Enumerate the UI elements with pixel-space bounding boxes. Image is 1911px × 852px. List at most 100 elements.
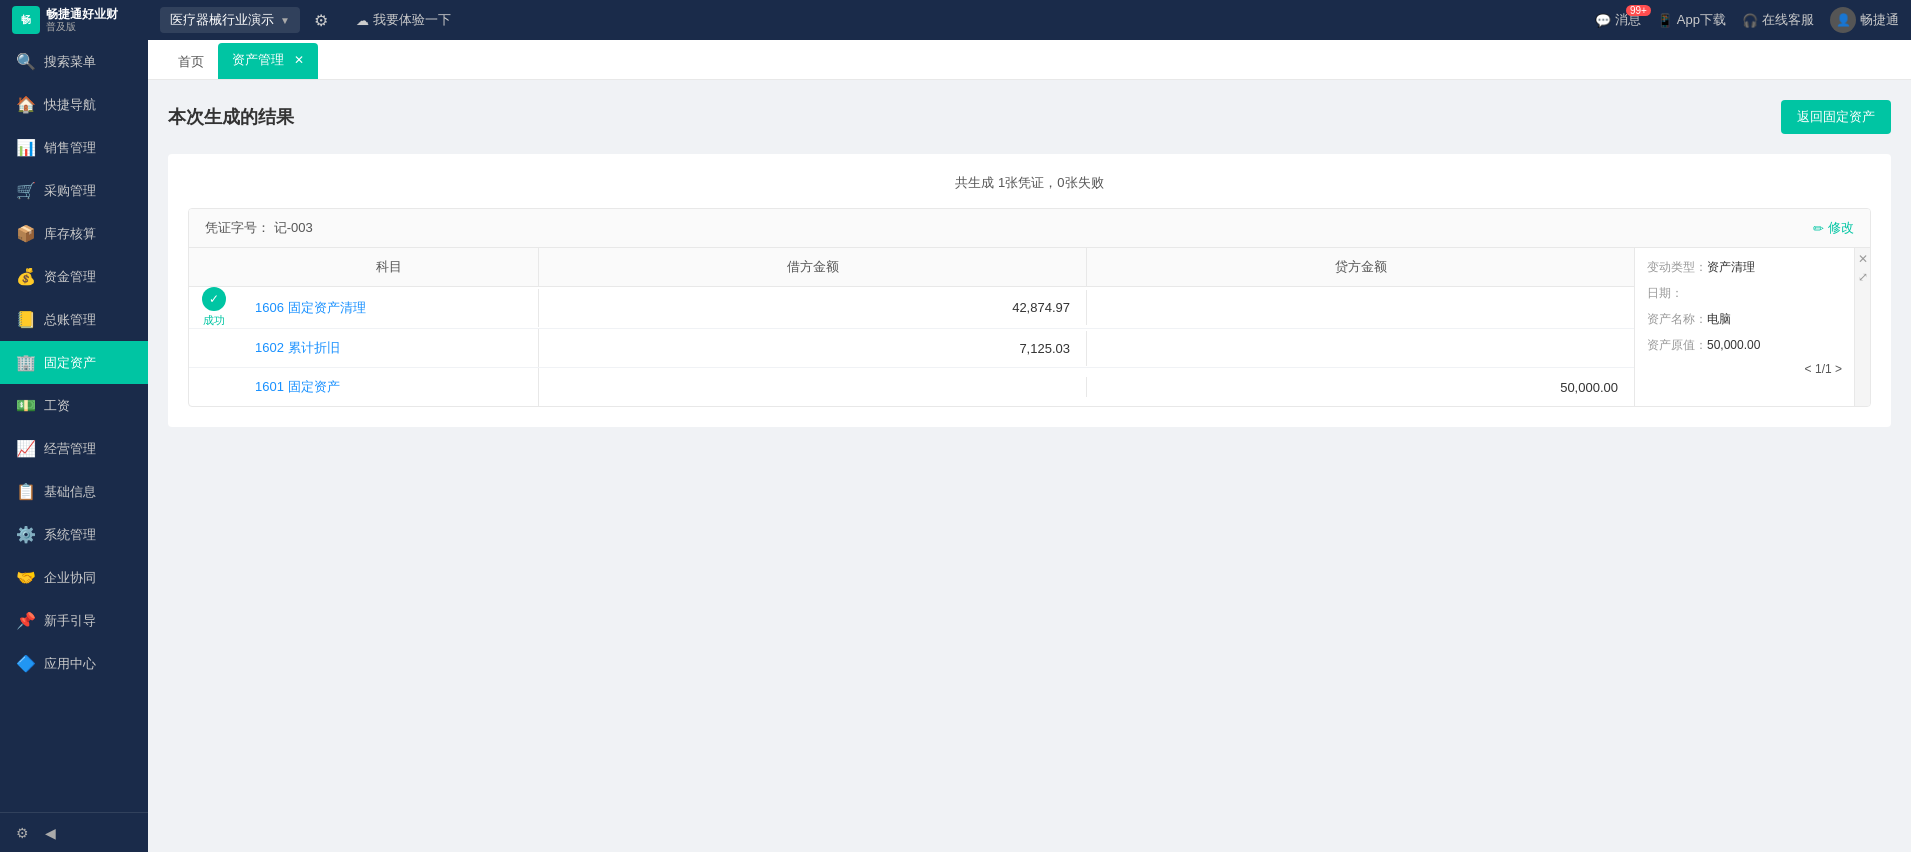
sidebar-item-operations-label: 经营管理 (44, 440, 96, 458)
row-2-debit: 7,125.03 (539, 331, 1087, 366)
sidebar-item-purchase[interactable]: 🛒 采购管理 (0, 169, 148, 212)
cooperation-icon: 🤝 (16, 568, 36, 587)
date-label: 日期： (1647, 284, 1707, 302)
sidebar-item-payroll-label: 工资 (44, 397, 70, 415)
download-icon: 📱 (1657, 13, 1673, 28)
voucher-code-value: 记-003 (274, 220, 313, 235)
row-3-credit: 50,000.00 (1087, 370, 1634, 405)
table-header-row: 科目 借方金额 贷方金额 (189, 248, 1634, 287)
settings-button[interactable]: ⚙ (306, 5, 336, 35)
sidebar-item-sales[interactable]: 📊 销售管理 (0, 126, 148, 169)
row-1-debit: 42,874.97 (539, 290, 1087, 325)
sidebar-item-search[interactable]: 🔍 搜索菜单 (0, 40, 148, 83)
row-3-subject[interactable]: 1601 固定资产 (239, 368, 539, 406)
success-checkmark-icon: ✓ (202, 287, 226, 311)
sidebar-settings-btn[interactable]: ⚙ (16, 825, 29, 841)
info-pagination: < 1/1 > (1647, 362, 1842, 376)
success-label: 成功 (203, 313, 225, 328)
tab-home-label: 首页 (178, 54, 204, 69)
ledger-icon: 📒 (16, 310, 36, 329)
user-name-label: 畅捷通 (1860, 11, 1899, 29)
sidebar-item-ledger[interactable]: 📒 总账管理 (0, 298, 148, 341)
payroll-icon: 💵 (16, 396, 36, 415)
logo-text-block: 畅捷通好业财 普及版 (46, 7, 118, 33)
online-service-label: 在线客服 (1762, 11, 1814, 29)
pagination-text: 1/1 (1815, 362, 1835, 376)
edit-icon: ✏ (1813, 221, 1824, 236)
sidebar-item-apps[interactable]: 🔷 应用中心 (0, 642, 148, 685)
user-item[interactable]: 👤 畅捷通 (1830, 7, 1899, 33)
main-layout: 🔍 搜索菜单 🏠 快捷导航 📊 销售管理 🛒 采购管理 📦 库存核算 💰 (0, 40, 1911, 852)
original-value-value: 50,000.00 (1707, 336, 1760, 354)
sidebar-item-quick-nav[interactable]: 🏠 快捷导航 (0, 83, 148, 126)
tab-bar: 首页 资产管理 ✕ (148, 40, 1911, 80)
page-header: 本次生成的结果 返回固定资产 (168, 100, 1891, 134)
return-button[interactable]: 返回固定资产 (1781, 100, 1891, 134)
header-right: 💬 消息 99+ 📱 App下载 🎧 在线客服 👤 畅捷通 (1595, 7, 1899, 33)
service-icon: 🎧 (1742, 13, 1758, 28)
experience-button[interactable]: ☁ 我要体验一下 (346, 7, 461, 33)
row-1-credit (1087, 298, 1634, 318)
sidebar-item-operations[interactable]: 📈 经营管理 (0, 427, 148, 470)
sidebar-item-payroll[interactable]: 💵 工资 (0, 384, 148, 427)
inventory-icon: 📦 (16, 224, 36, 243)
sidebar-item-inventory[interactable]: 📦 库存核算 (0, 212, 148, 255)
tab-asset-management[interactable]: 资产管理 ✕ (218, 43, 318, 79)
sidebar-item-guide[interactable]: 📌 新手引导 (0, 599, 148, 642)
info-row-date: 日期： (1647, 284, 1842, 302)
table-row: 1602 累计折旧 7,125.03 (189, 329, 1634, 368)
row-1-subject[interactable]: 1606 固定资产清理 (239, 289, 539, 327)
row-3-debit (539, 377, 1087, 397)
sidebar-item-basics[interactable]: 📋 基础信息 (0, 470, 148, 513)
sidebar-item-basics-label: 基础信息 (44, 483, 96, 501)
online-service-item[interactable]: 🎧 在线客服 (1742, 11, 1814, 29)
row-2-subject-name: 累计折旧 (288, 340, 340, 355)
basics-icon: 📋 (16, 482, 36, 501)
edit-label: 修改 (1828, 219, 1854, 237)
guide-icon: 📌 (16, 611, 36, 630)
voucher-header: 凭证字号： 记-003 ✏ 修改 (189, 209, 1870, 248)
sidebar-item-cooperation[interactable]: 🤝 企业协同 (0, 556, 148, 599)
info-row-asset-name: 资产名称： 电脑 (1647, 310, 1842, 328)
sidebar-item-apps-label: 应用中心 (44, 655, 96, 673)
avatar: 👤 (1830, 7, 1856, 33)
panel-expand-icon[interactable]: ⤢ (1858, 270, 1868, 284)
info-row-change-type: 变动类型： 资产清理 (1647, 258, 1842, 276)
asset-name-value: 电脑 (1707, 310, 1731, 328)
sidebar-collapse-btn[interactable]: ◀ (45, 825, 56, 841)
sidebar-item-cooperation-label: 企业协同 (44, 569, 96, 587)
sidebar-item-fixed-assets[interactable]: 🏢 固定资产 (0, 341, 148, 384)
pagination-next[interactable]: > (1835, 362, 1842, 376)
messages-item[interactable]: 💬 消息 99+ (1595, 11, 1641, 29)
info-panel: 变动类型： 资产清理 日期： 资产名称： 电脑 (1634, 248, 1854, 406)
sidebar-item-sales-label: 销售管理 (44, 139, 96, 157)
sidebar-item-system-label: 系统管理 (44, 526, 96, 544)
experience-label: 我要体验一下 (373, 11, 451, 29)
finance-icon: 💰 (16, 267, 36, 286)
app-selector[interactable]: 医疗器械行业演示 ▼ (160, 7, 300, 33)
sidebar-item-system[interactable]: ⚙️ 系统管理 (0, 513, 148, 556)
row-2-subject[interactable]: 1602 累计折旧 (239, 329, 539, 367)
tab-close-icon[interactable]: ✕ (294, 53, 304, 67)
app-download-item[interactable]: 📱 App下载 (1657, 11, 1726, 29)
col-header-subject: 科目 (239, 248, 539, 286)
edit-button[interactable]: ✏ 修改 (1813, 219, 1854, 237)
page-content: 本次生成的结果 返回固定资产 共生成 1张凭证，0张失败 凭证字号： 记-003… (148, 80, 1911, 852)
tab-home[interactable]: 首页 (164, 45, 218, 79)
col-header-debit: 借方金额 (539, 248, 1087, 286)
panel-close-icon[interactable]: ✕ (1858, 252, 1868, 266)
voucher-table: 科目 借方金额 贷方金额 ✓ 成功 (189, 248, 1870, 406)
row-3-subject-code: 1601 (255, 379, 284, 394)
row-2-credit (1087, 338, 1634, 358)
logo-title: 畅捷通好业财 (46, 7, 118, 21)
pagination-prev[interactable]: < (1805, 362, 1812, 376)
sidebar-item-finance[interactable]: 💰 资金管理 (0, 255, 148, 298)
sidebar-item-inventory-label: 库存核算 (44, 225, 96, 243)
table-row: 1601 固定资产 50,000.00 (189, 368, 1634, 406)
logo-icon: 畅 (12, 6, 40, 34)
sidebar-scroll[interactable]: 🔍 搜索菜单 🏠 快捷导航 📊 销售管理 🛒 采购管理 📦 库存核算 💰 (0, 40, 148, 812)
messages-badge: 99+ (1626, 5, 1651, 16)
voucher-block: 凭证字号： 记-003 ✏ 修改 (188, 208, 1871, 407)
table-main: 科目 借方金额 贷方金额 ✓ 成功 (189, 248, 1634, 406)
row-1-subject-code: 1606 (255, 300, 284, 315)
